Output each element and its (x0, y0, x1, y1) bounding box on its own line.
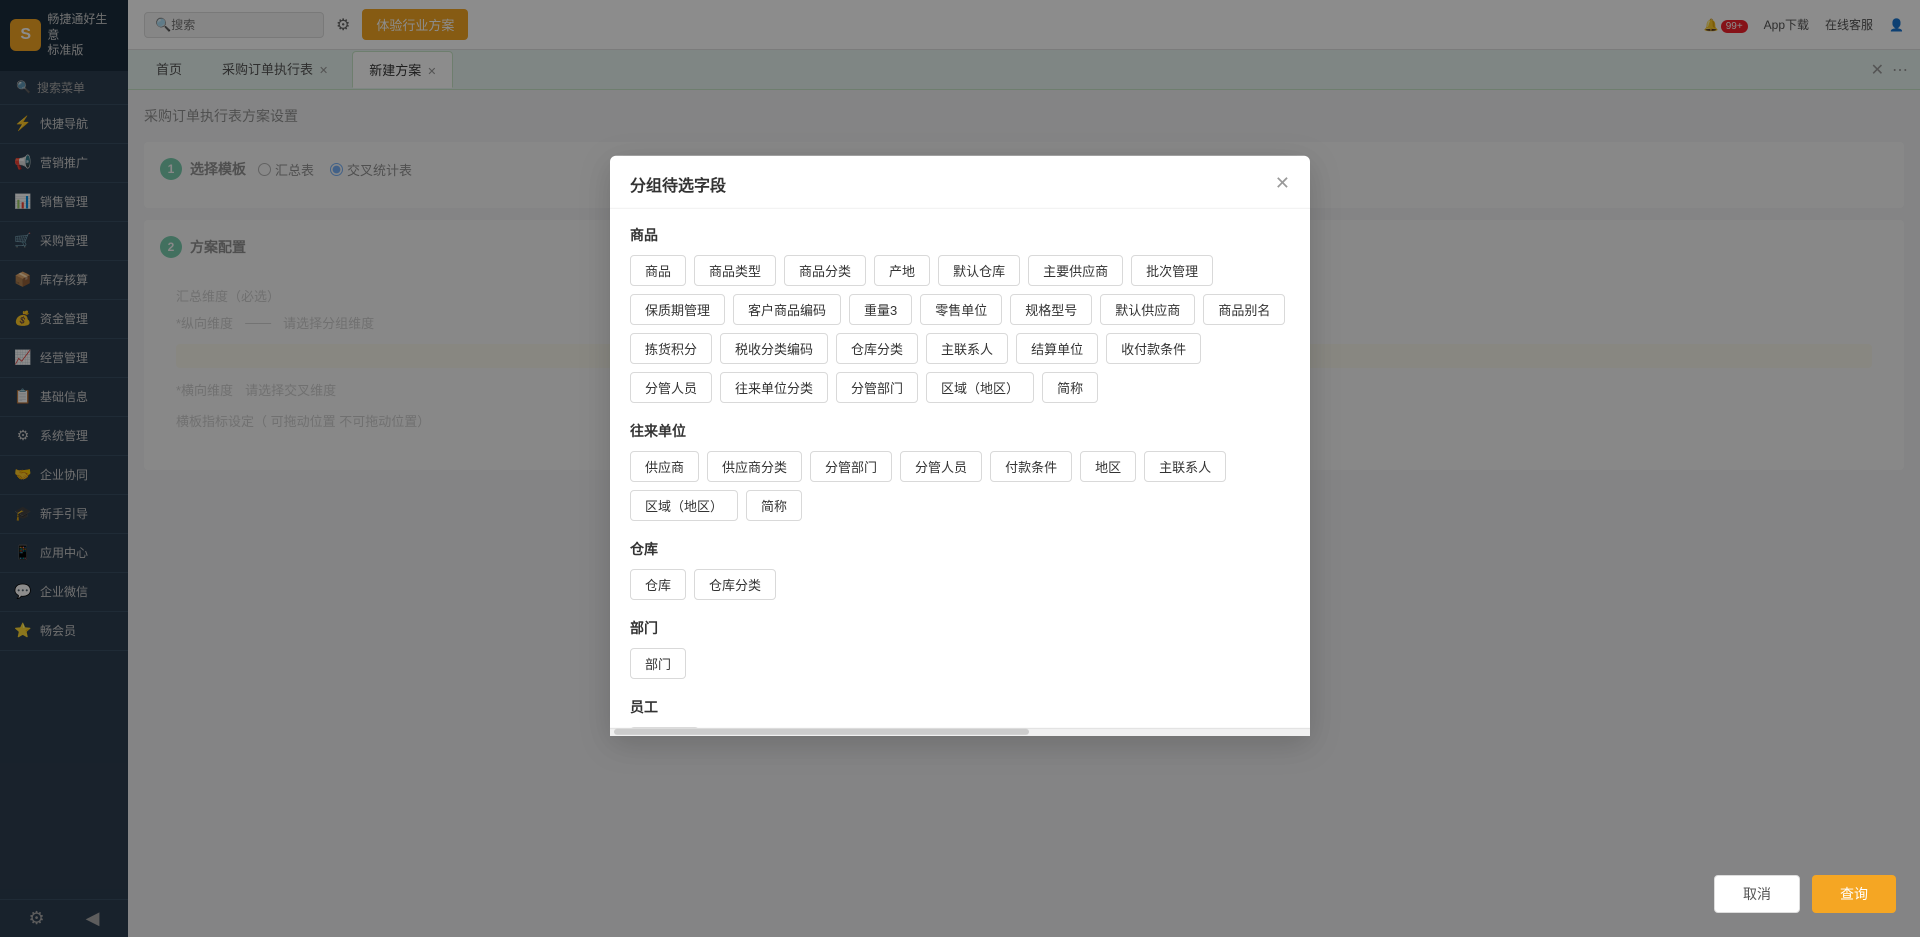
field-tag-commodity-type[interactable]: 商品类型 (694, 254, 776, 285)
field-section-staff: 员工业务员 (630, 696, 1290, 727)
modal-title: 分组待选字段 (630, 171, 726, 195)
section-title-counterpart: 往来单位 (630, 420, 1290, 440)
section-tags-counterpart: 供应商供应商分类分管部门分管人员付款条件地区主联系人区域（地区） 简称 (630, 450, 1290, 520)
field-section-warehouse: 仓库仓库仓库分类 (630, 538, 1290, 599)
field-tag-payment-terms[interactable]: 收付款条件 (1106, 332, 1201, 363)
field-tag-customer-code[interactable]: 客户商品编码 (733, 293, 841, 324)
field-tag-contact2[interactable]: 主联系人 (1144, 450, 1226, 481)
field-tag-warehouse-cat[interactable]: 仓库分类 (836, 332, 918, 363)
field-section-dept: 部门部门 (630, 617, 1290, 678)
field-tag-payment2[interactable]: 付款条件 (990, 450, 1072, 481)
field-select-modal: 分组待选字段 ✕ 商品商品商品类型商品分类产地默认仓库主要供应商批次管理保质期管… (610, 155, 1310, 735)
field-tag-batch-manage[interactable]: 批次管理 (1131, 254, 1213, 285)
modal-close-button[interactable]: ✕ (1275, 173, 1290, 194)
field-tag-region-geo2[interactable]: 区域（地区） (630, 489, 738, 520)
field-tag-supplier-cat[interactable]: 供应商分类 (707, 450, 802, 481)
hscroll-thumb (614, 729, 1029, 735)
field-section-counterpart: 往来单位供应商供应商分类分管部门分管人员付款条件地区主联系人区域（地区） 简称 (630, 420, 1290, 520)
field-tag-default-warehouse[interactable]: 默认仓库 (938, 254, 1020, 285)
field-tag-region2[interactable]: 地区 (1080, 450, 1136, 481)
field-tag-manage-dept[interactable]: 分管部门 (836, 371, 918, 402)
field-tag-spec-model[interactable]: 规格型号 (1010, 293, 1092, 324)
field-tag-commodity-cat[interactable]: 商品分类 (784, 254, 866, 285)
field-tag-retail-unit[interactable]: 零售单位 (920, 293, 1002, 324)
field-tag-primary-contact[interactable]: 主联系人 (926, 332, 1008, 363)
field-tag-default-supplier[interactable]: 默认供应商 (1100, 293, 1195, 324)
field-tag-commodity-alias[interactable]: 商品别名 (1203, 293, 1285, 324)
field-tag-tax-code[interactable]: 税收分类编码 (720, 332, 828, 363)
field-tag-supplier[interactable]: 供应商 (630, 450, 699, 481)
modal-body: 商品商品商品类型商品分类产地默认仓库主要供应商批次管理保质期管理客户商品编码重量… (610, 208, 1310, 727)
confirm-button[interactable]: 查询 (1812, 875, 1896, 913)
field-tag-settlement-unit[interactable]: 结算单位 (1016, 332, 1098, 363)
field-tag-dept2[interactable]: 分管部门 (810, 450, 892, 481)
field-tag-warehouse-cat2[interactable]: 仓库分类 (694, 568, 776, 599)
section-tags-warehouse: 仓库仓库分类 (630, 568, 1290, 599)
field-tag-dept-field[interactable]: 部门 (630, 647, 686, 678)
field-tag-origin[interactable]: 产地 (874, 254, 930, 285)
section-tags-dept: 部门 (630, 647, 1290, 678)
field-tag-manager[interactable]: 分管人员 (630, 371, 712, 402)
modal-header: 分组待选字段 ✕ (610, 155, 1310, 208)
field-tag-weight3[interactable]: 重量3 (849, 293, 912, 324)
field-tag-warehouse[interactable]: 仓库 (630, 568, 686, 599)
bottom-actions: 取消 查询 (1714, 875, 1896, 913)
field-tag-main-supplier[interactable]: 主要供应商 (1028, 254, 1123, 285)
field-tag-abbreviation[interactable]: 简称 (1042, 371, 1098, 402)
field-tag-shelf-life[interactable]: 保质期管理 (630, 293, 725, 324)
field-tag-commodity[interactable]: 商品 (630, 254, 686, 285)
field-section-goods: 商品商品商品类型商品分类产地默认仓库主要供应商批次管理保质期管理客户商品编码重量… (630, 224, 1290, 402)
field-tag-from-unit-cat[interactable]: 往来单位分类 (720, 371, 828, 402)
field-tag-person2[interactable]: 分管人员 (900, 450, 982, 481)
field-tag-redeem-points[interactable]: 拣货积分 (630, 332, 712, 363)
section-title-staff: 员工 (630, 696, 1290, 716)
field-tag-abbr2[interactable]: 简称 (746, 489, 802, 520)
section-title-warehouse: 仓库 (630, 538, 1290, 558)
cancel-button[interactable]: 取消 (1714, 875, 1800, 913)
modal-horizontal-scrollbar[interactable] (610, 727, 1310, 735)
section-title-goods: 商品 (630, 224, 1290, 244)
section-title-dept: 部门 (630, 617, 1290, 637)
section-tags-goods: 商品商品类型商品分类产地默认仓库主要供应商批次管理保质期管理客户商品编码重量3 零… (630, 254, 1290, 402)
field-tag-region-geo[interactable]: 区域（地区） (926, 371, 1034, 402)
